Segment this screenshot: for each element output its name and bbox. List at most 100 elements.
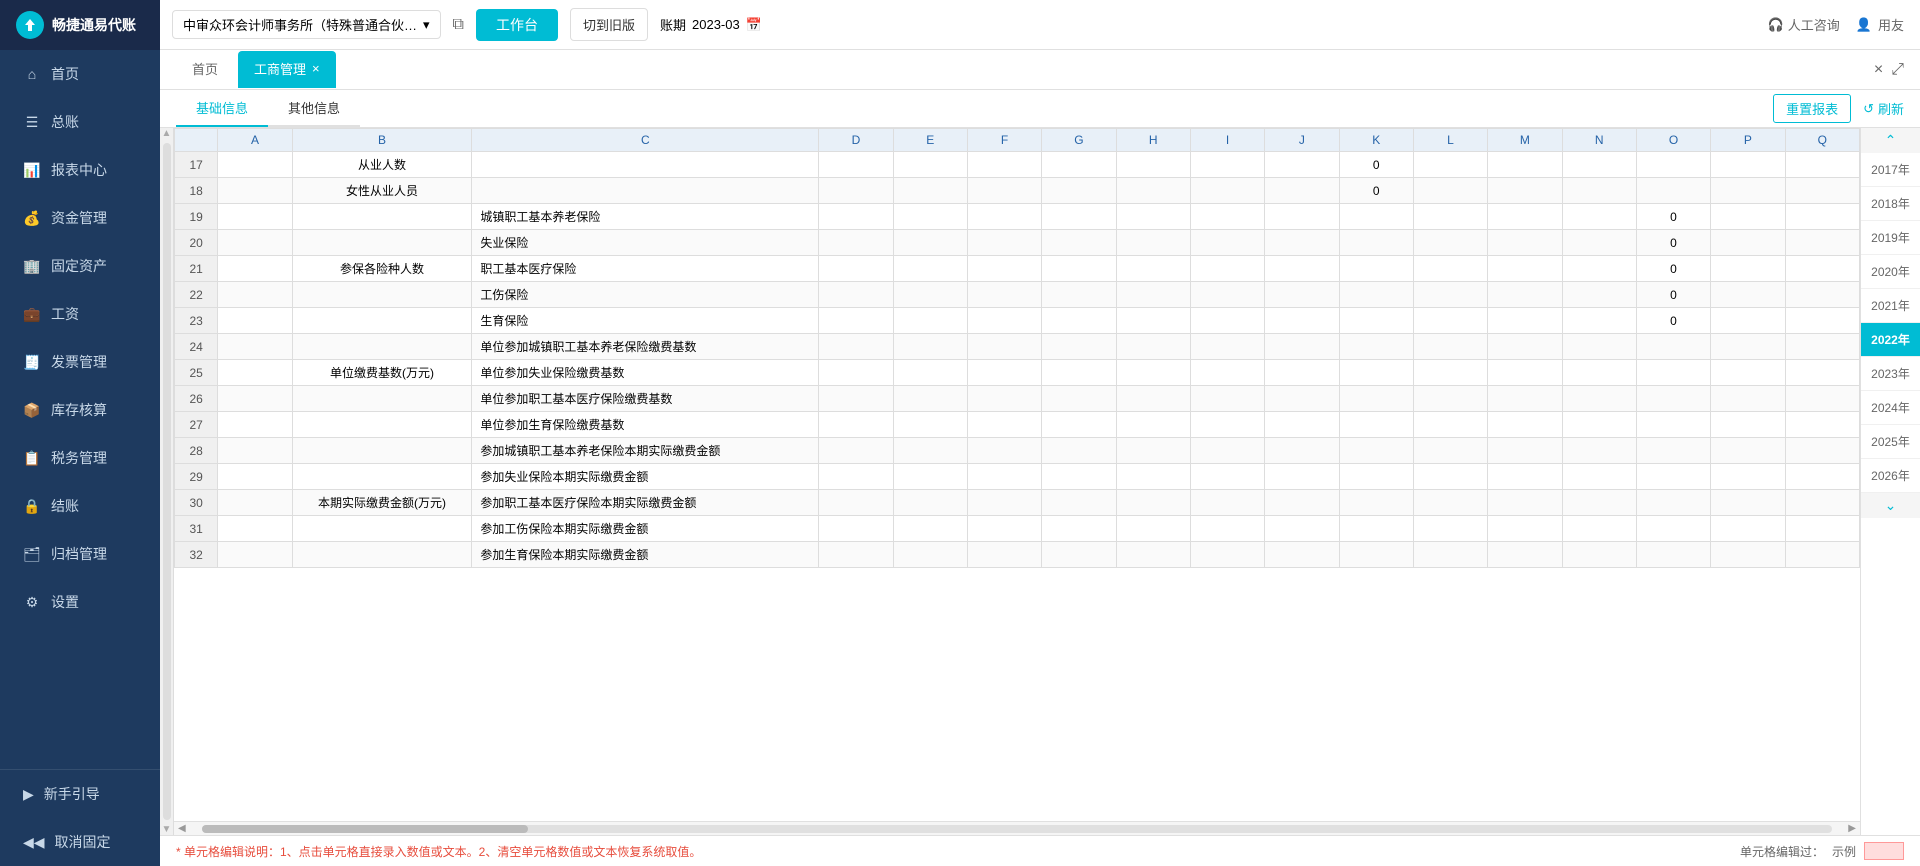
cell-28-e[interactable] [893,438,967,464]
cell-18-p[interactable] [1711,178,1785,204]
cell-29-b[interactable] [292,464,472,490]
cell-28-h[interactable] [1116,438,1190,464]
cell-30-e[interactable] [893,490,967,516]
cell-31-i[interactable] [1190,516,1264,542]
cell-26-a[interactable] [218,386,292,412]
cell-20-a[interactable] [218,230,292,256]
cell-25-j[interactable] [1265,360,1339,386]
user-area[interactable]: 👤 用友 [1856,15,1904,34]
sidebar-item-finance[interactable]: 💰 资金管理 [0,194,160,242]
cell-26-e[interactable] [893,386,967,412]
cell-25-o[interactable] [1636,360,1710,386]
cell-27-l[interactable] [1413,412,1487,438]
cell-25-a[interactable] [218,360,292,386]
cell-17-i[interactable] [1190,152,1264,178]
cell-25-c[interactable]: 单位参加失业保险缴费基数 [472,360,819,386]
cell-27-k[interactable] [1339,412,1413,438]
sidebar-item-invoice[interactable]: 🧾 发票管理 [0,338,160,386]
cell-28-b[interactable] [292,438,472,464]
sidebar-item-guide[interactable]: ▶ 新手引导 [0,770,160,818]
cell-22-k[interactable] [1339,282,1413,308]
cell-30-m[interactable] [1488,490,1562,516]
scroll-up-arrow[interactable]: ▲ [162,128,172,139]
cell-29-j[interactable] [1265,464,1339,490]
cell-22-q[interactable] [1785,282,1860,308]
cell-32-i[interactable] [1190,542,1264,568]
spreadsheet-container[interactable]: A B C D E F G H I J [174,128,1860,821]
cell-19-q[interactable] [1785,204,1860,230]
cell-24-n[interactable] [1562,334,1636,360]
cell-21-i[interactable] [1190,256,1264,282]
cell-21-l[interactable] [1413,256,1487,282]
cell-32-o[interactable] [1636,542,1710,568]
cell-22-e[interactable] [893,282,967,308]
cell-31-n[interactable] [1562,516,1636,542]
cell-32-j[interactable] [1265,542,1339,568]
cell-26-n[interactable] [1562,386,1636,412]
cell-22-o[interactable]: 0 [1636,282,1710,308]
cell-30-h[interactable] [1116,490,1190,516]
cell-17-h[interactable] [1116,152,1190,178]
year-item-2021[interactable]: 2021年 [1861,289,1920,323]
cell-17-o[interactable] [1636,152,1710,178]
cell-31-d[interactable] [819,516,893,542]
year-nav-up[interactable]: ⌃ [1861,128,1920,153]
cell-18-b[interactable]: 女性从业人员 [292,178,472,204]
year-item-2023[interactable]: 2023年 [1861,357,1920,391]
cell-28-p[interactable] [1711,438,1785,464]
cell-29-c[interactable]: 参加失业保险本期实际缴费金额 [472,464,819,490]
cell-17-n[interactable] [1562,152,1636,178]
cell-19-e[interactable] [893,204,967,230]
cell-28-f[interactable] [967,438,1041,464]
cell-30-g[interactable] [1042,490,1116,516]
cell-18-m[interactable] [1488,178,1562,204]
cell-17-f[interactable] [967,152,1041,178]
cell-26-o[interactable] [1636,386,1710,412]
cell-32-c[interactable]: 参加生育保险本期实际缴费金额 [472,542,819,568]
old-version-button[interactable]: 切到旧版 [570,8,648,41]
cell-18-h[interactable] [1116,178,1190,204]
cell-31-g[interactable] [1042,516,1116,542]
cell-30-p[interactable] [1711,490,1785,516]
cell-23-l[interactable] [1413,308,1487,334]
cell-27-m[interactable] [1488,412,1562,438]
cell-23-k[interactable] [1339,308,1413,334]
cell-18-n[interactable] [1562,178,1636,204]
expand-button[interactable]: ⤢ [1891,61,1904,79]
cell-27-j[interactable] [1265,412,1339,438]
cell-20-j[interactable] [1265,230,1339,256]
cell-31-q[interactable] [1785,516,1860,542]
cell-26-i[interactable] [1190,386,1264,412]
cell-23-m[interactable] [1488,308,1562,334]
cell-29-f[interactable] [967,464,1041,490]
cell-21-e[interactable] [893,256,967,282]
cell-19-k[interactable] [1339,204,1413,230]
cell-32-n[interactable] [1562,542,1636,568]
cell-19-g[interactable] [1042,204,1116,230]
cell-20-q[interactable] [1785,230,1860,256]
cell-21-g[interactable] [1042,256,1116,282]
cell-25-l[interactable] [1413,360,1487,386]
year-item-2025[interactable]: 2025年 [1861,425,1920,459]
scroll-right-button[interactable]: ▶ [1848,823,1856,834]
cell-22-j[interactable] [1265,282,1339,308]
cell-26-b[interactable] [292,386,472,412]
cell-17-l[interactable] [1413,152,1487,178]
refresh-button[interactable]: ↺ 刷新 [1863,99,1904,118]
cell-26-k[interactable] [1339,386,1413,412]
cell-17-m[interactable] [1488,152,1562,178]
sidebar-item-archive[interactable]: 🗂 归档管理 [0,530,160,578]
cell-19-f[interactable] [967,204,1041,230]
cell-31-h[interactable] [1116,516,1190,542]
cell-17-c[interactable] [472,152,819,178]
cell-27-i[interactable] [1190,412,1264,438]
cell-25-p[interactable] [1711,360,1785,386]
cell-21-c[interactable]: 职工基本医疗保险 [472,256,819,282]
cell-23-n[interactable] [1562,308,1636,334]
cell-29-p[interactable] [1711,464,1785,490]
cell-17-g[interactable] [1042,152,1116,178]
cell-18-k[interactable]: 0 [1339,178,1413,204]
vertical-scrollbar-track[interactable] [163,143,171,820]
year-item-2019[interactable]: 2019年 [1861,221,1920,255]
cell-20-l[interactable] [1413,230,1487,256]
